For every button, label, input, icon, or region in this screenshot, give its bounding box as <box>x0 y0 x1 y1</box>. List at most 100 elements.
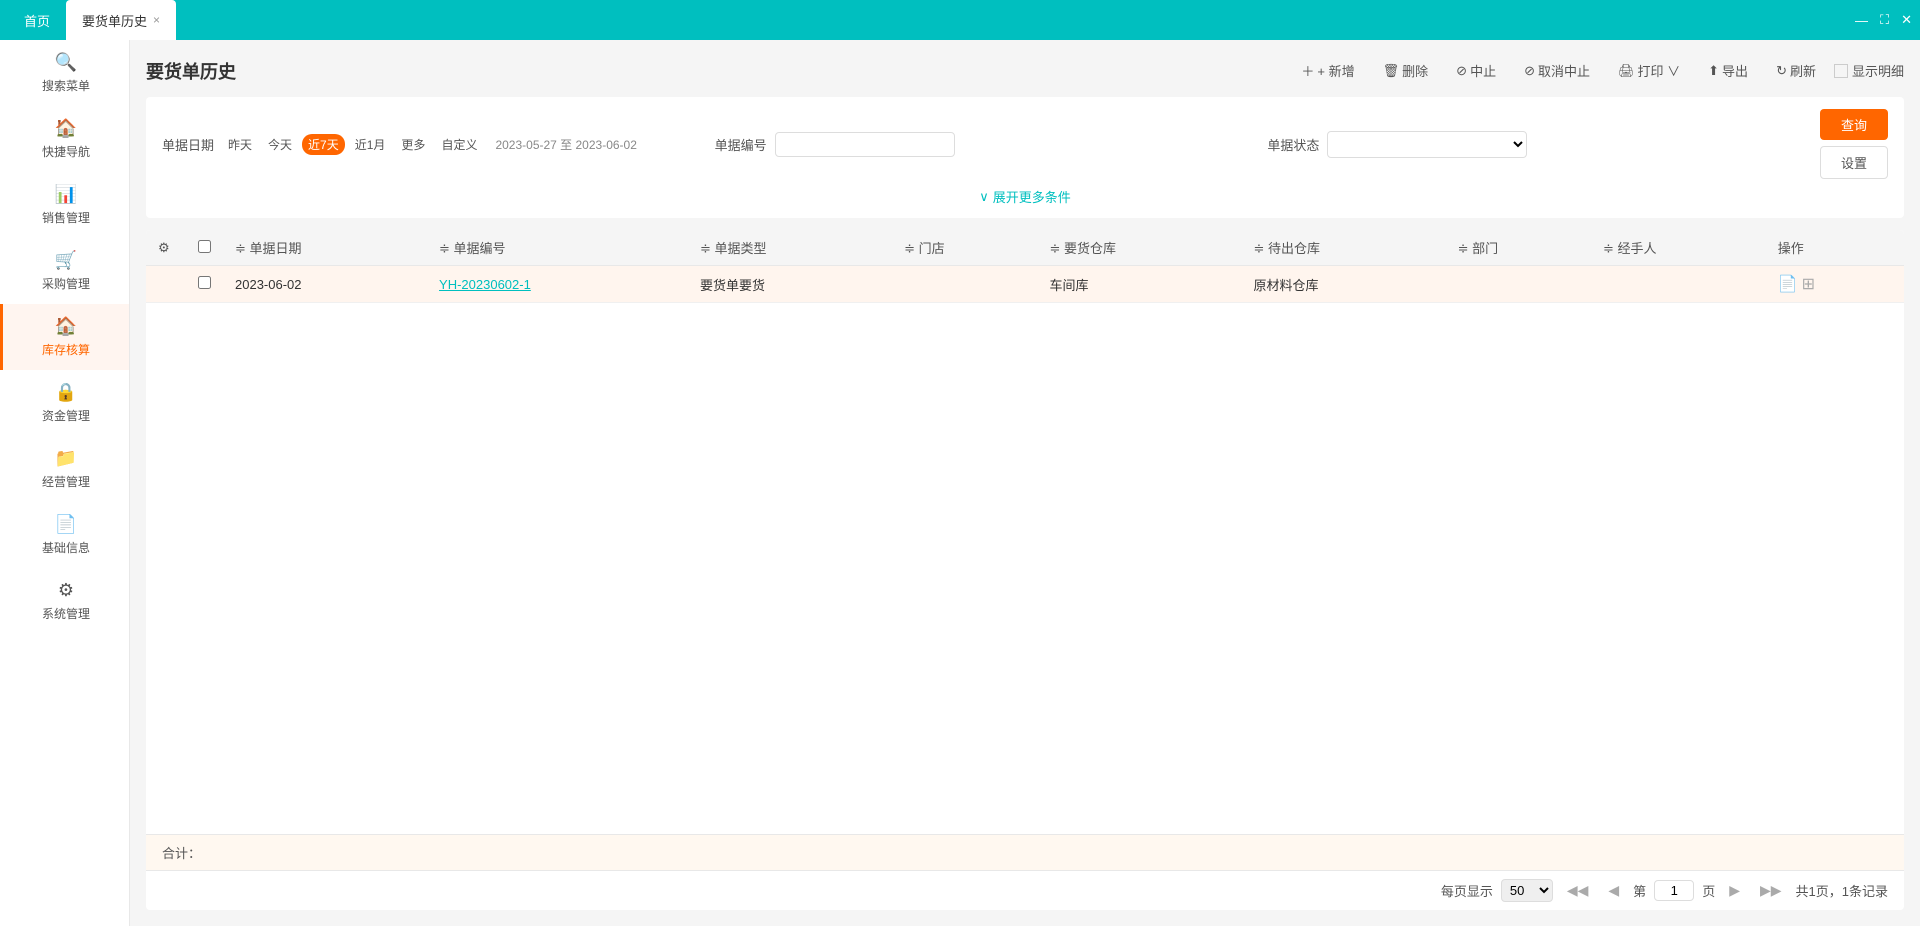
col-department: ≑ 部门 <box>1446 230 1591 266</box>
date-option-7days[interactable]: 近7天 <box>302 134 345 155</box>
table-scroll-container[interactable]: ⚙ ≑ 单据日期 ≑ 单据编号 ≑ 单据类型 <box>146 230 1904 834</box>
per-page-label: 每页显示 <box>1441 881 1493 900</box>
date-filter-group: 单据日期 昨天 今天 近7天 近1月 更多 自定义 2023-05-27 至 2… <box>162 134 699 155</box>
sidebar-item-system[interactable]: ⚙ 系统管理 <box>0 568 129 634</box>
col-date-label: ≑ 单据日期 <box>235 241 302 256</box>
col-date: ≑ 单据日期 <box>223 230 427 266</box>
date-options: 昨天 今天 近7天 近1月 更多 自定义 <box>222 134 483 155</box>
date-option-today[interactable]: 今天 <box>262 134 298 155</box>
sidebar-item-finance[interactable]: 🔒 资金管理 <box>0 370 129 436</box>
sidebar-item-quicknav[interactable]: 🏠 快捷导航 <box>0 106 129 172</box>
expand-more-btn[interactable]: ∨ 展开更多条件 <box>162 187 1888 206</box>
display-detail-checkbox[interactable] <box>1834 64 1848 78</box>
sidebar-item-search[interactable]: 🔍 搜索菜单 <box>0 40 129 106</box>
row-out-warehouse: 原材料仓库 <box>1242 266 1446 303</box>
select-all-checkbox[interactable] <box>198 240 211 253</box>
tab-close-icon[interactable]: × <box>153 13 160 27</box>
delete-label: 删除 <box>1402 61 1428 80</box>
date-option-1month[interactable]: 近1月 <box>349 134 392 155</box>
row-doc-no: YH-20230602-1 <box>427 266 688 303</box>
sidebar-item-purchase[interactable]: 🛒 采购管理 <box>0 238 129 304</box>
page-input[interactable] <box>1654 880 1694 901</box>
stop-button[interactable]: ⊘ 中止 <box>1446 56 1506 85</box>
row-date: 2023-06-02 <box>223 266 427 303</box>
data-table: ⚙ ≑ 单据日期 ≑ 单据编号 ≑ 单据类型 <box>146 230 1904 303</box>
display-detail-toggle[interactable]: 显示明细 <box>1834 61 1904 80</box>
last-page-btn[interactable]: ▶▶ <box>1754 880 1788 901</box>
table-area: ⚙ ≑ 单据日期 ≑ 单据编号 ≑ 单据类型 <box>146 230 1904 910</box>
row-checkbox-cell <box>186 266 223 303</box>
col-req-warehouse-label: ≑ 要货仓库 <box>1050 241 1117 256</box>
stop-label: 中止 <box>1470 61 1496 80</box>
delete-icon: 🗑 <box>1383 63 1400 79</box>
col-checkbox <box>186 230 223 266</box>
date-range-display: 2023-05-27 至 2023-06-02 <box>495 136 636 153</box>
status-select[interactable] <box>1327 131 1527 158</box>
refresh-button[interactable]: ↻ 刷新 <box>1766 56 1826 85</box>
search-icon: 🔍 <box>55 52 77 73</box>
page-header: 要货单历史 ＋ + 新增 🗑 删除 ⊘ 中止 ⊘ 取消中止 <box>146 56 1904 85</box>
doc-no-input[interactable] <box>775 132 955 157</box>
query-button[interactable]: 查询 <box>1820 109 1888 140</box>
date-option-yesterday[interactable]: 昨天 <box>222 134 258 155</box>
date-option-custom[interactable]: 自定义 <box>435 134 483 155</box>
row-action-cell: 📄 ⊞ <box>1766 266 1904 303</box>
col-department-label: ≑ 部门 <box>1458 241 1499 256</box>
col-doc-type-label: ≑ 单据类型 <box>700 241 767 256</box>
page-label: 第 <box>1633 881 1646 900</box>
col-out-warehouse-label: ≑ 待出仓库 <box>1254 241 1321 256</box>
purchase-icon: 🛒 <box>55 250 77 271</box>
content-area: 要货单历史 ＋ + 新增 🗑 删除 ⊘ 中止 ⊘ 取消中止 <box>130 40 1920 926</box>
refresh-icon: ↻ <box>1776 63 1787 79</box>
sidebar: 🔍 搜索菜单 🏠 快捷导航 📊 销售管理 🛒 采购管理 🏠 库存核算 🔒 资金管… <box>0 40 130 926</box>
operations-icon: 📁 <box>55 448 77 469</box>
system-icon: ⚙ <box>58 580 74 601</box>
tab-home[interactable]: 首页 <box>8 0 66 40</box>
page-title: 要货单历史 <box>146 58 236 84</box>
col-doc-no-label: ≑ 单据编号 <box>439 241 506 256</box>
sidebar-item-sales-label: 销售管理 <box>42 209 90 226</box>
col-store: ≑ 门店 <box>892 230 1037 266</box>
new-label: + 新增 <box>1317 61 1354 80</box>
sidebar-item-purchase-label: 采购管理 <box>42 275 90 292</box>
main-layout: 🔍 搜索菜单 🏠 快捷导航 📊 销售管理 🛒 采购管理 🏠 库存核算 🔒 资金管… <box>0 40 1920 926</box>
export-label: 导出 <box>1722 61 1748 80</box>
tab-requisition-history[interactable]: 要货单历史 × <box>66 0 176 40</box>
row-edit-icon[interactable]: 📄 <box>1778 274 1798 294</box>
close-icon[interactable]: ✕ <box>1901 12 1912 28</box>
delete-button[interactable]: 🗑 删除 <box>1373 56 1439 85</box>
sidebar-item-operations[interactable]: 📁 经营管理 <box>0 436 129 502</box>
date-option-more[interactable]: 更多 <box>395 134 431 155</box>
resize-icon[interactable]: ⛶ <box>1880 12 1889 28</box>
sidebar-item-inventory[interactable]: 🏠 库存核算 <box>0 304 129 370</box>
first-page-btn[interactable]: ◀◀ <box>1561 880 1595 901</box>
new-button[interactable]: ＋ + 新增 <box>1291 56 1364 85</box>
print-button[interactable]: 🖨 打印 ∨ <box>1608 56 1690 85</box>
sidebar-item-quicknav-label: 快捷导航 <box>42 143 90 160</box>
export-button[interactable]: ⬆ 导出 <box>1698 56 1758 85</box>
col-settings: ⚙ <box>146 230 186 266</box>
inventory-icon: 🏠 <box>55 316 77 337</box>
filter-row: 单据日期 昨天 今天 近7天 近1月 更多 自定义 2023-05-27 至 2… <box>162 109 1888 179</box>
row-detail-icon[interactable]: ⊞ <box>1802 274 1815 294</box>
sidebar-item-sales[interactable]: 📊 销售管理 <box>0 172 129 238</box>
cancel-stop-button[interactable]: ⊘ 取消中止 <box>1514 56 1600 85</box>
toolbar: ＋ + 新增 🗑 删除 ⊘ 中止 ⊘ 取消中止 🖨 打印 ∨ <box>1291 56 1904 85</box>
stop-icon: ⊘ <box>1456 63 1467 79</box>
per-page-select[interactable]: 50 10 20 100 <box>1501 879 1553 902</box>
prev-page-btn[interactable]: ◀ <box>1602 880 1625 901</box>
col-doc-no: ≑ 单据编号 <box>427 230 688 266</box>
filter-settings-button[interactable]: 设置 <box>1820 146 1888 179</box>
minimize-icon[interactable]: — <box>1855 13 1868 28</box>
col-store-label: ≑ 门店 <box>904 241 945 256</box>
col-out-warehouse: ≑ 待出仓库 <box>1242 230 1446 266</box>
table-row: 2023-06-02 YH-20230602-1 要货单要货 车间库 原材料仓库 <box>146 266 1904 303</box>
total-label: 共1页，1条记录 <box>1796 881 1888 900</box>
status-filter-group: 单据状态 <box>1267 131 1804 158</box>
next-page-btn[interactable]: ▶ <box>1723 880 1746 901</box>
row-checkbox[interactable] <box>198 276 211 289</box>
row-doc-no-link[interactable]: YH-20230602-1 <box>439 277 531 292</box>
home-icon: 🏠 <box>55 118 77 139</box>
doc-no-filter-group: 单据编号 <box>715 132 1252 157</box>
sidebar-item-basic-info[interactable]: 📄 基础信息 <box>0 502 129 568</box>
